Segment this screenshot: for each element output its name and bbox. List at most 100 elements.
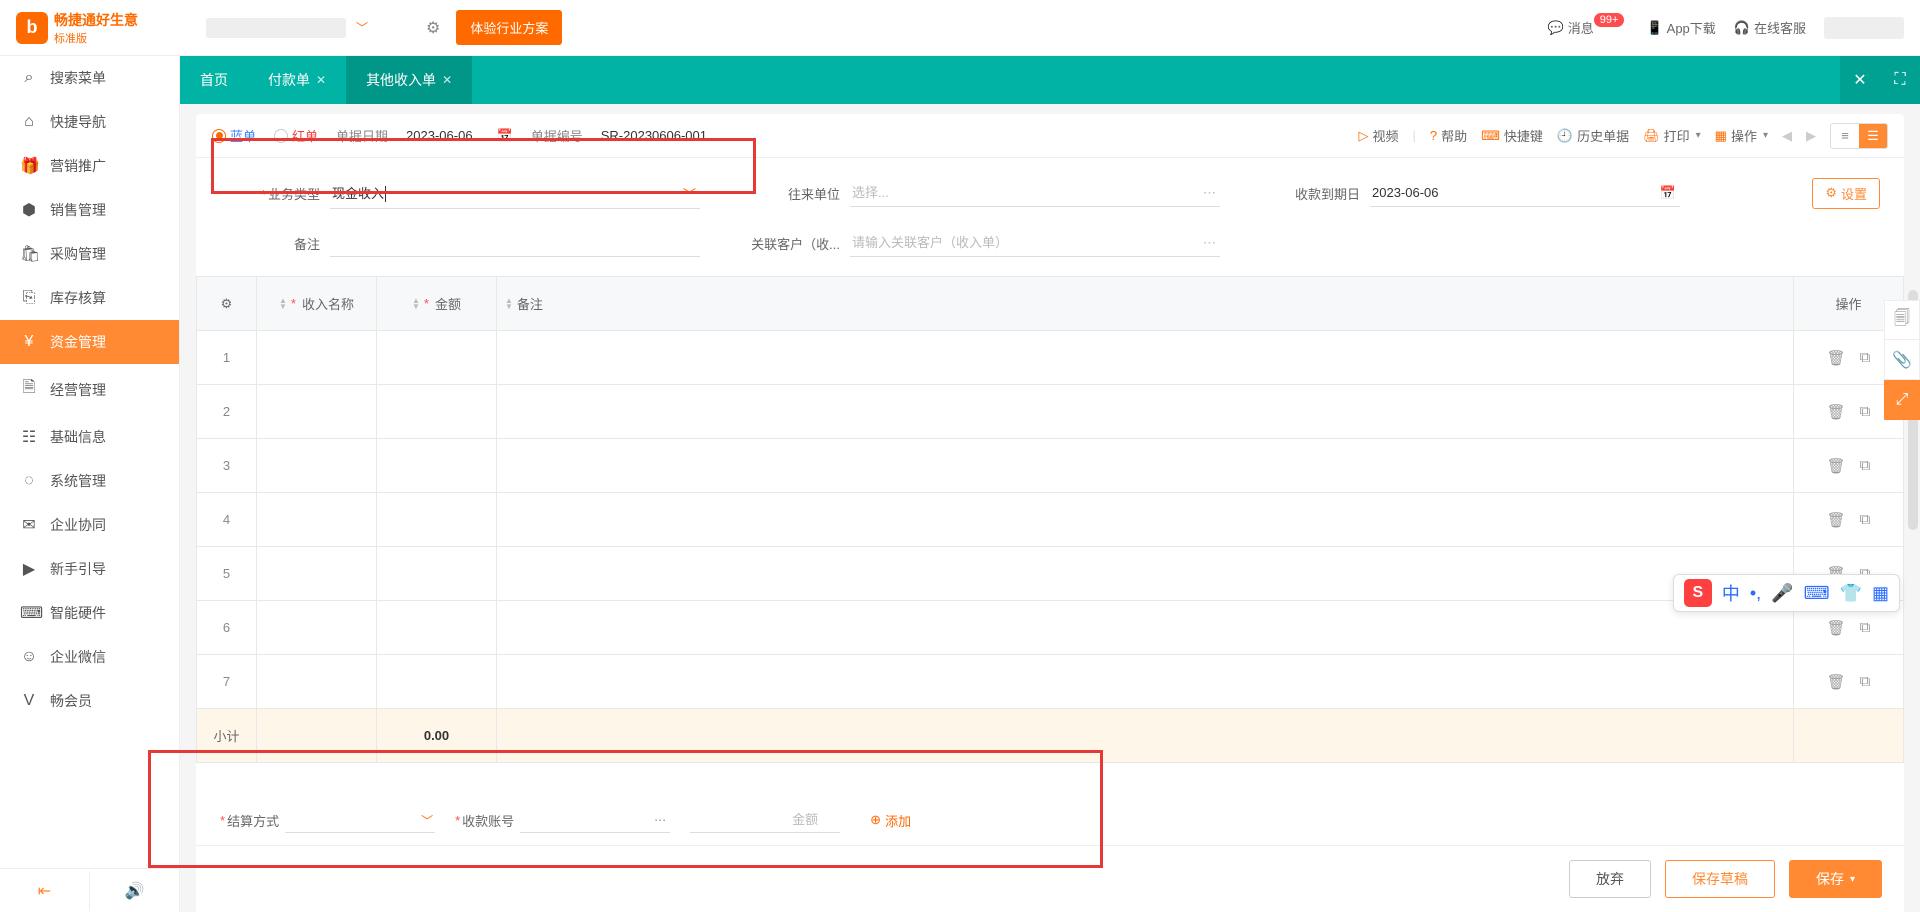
rel-customer-input[interactable]: [850, 229, 1220, 257]
cell-amount[interactable]: [377, 655, 497, 709]
video-help-button[interactable]: ▷视频: [1358, 126, 1398, 145]
table-row[interactable]: 4🗑⧉: [197, 493, 1904, 547]
ime-toolbox-icon[interactable]: ▦: [1872, 583, 1889, 604]
sidebar-item-14[interactable]: V畅会员: [0, 679, 179, 723]
copy-row-icon[interactable]: ⧉: [1860, 349, 1871, 367]
cell-remark[interactable]: [497, 601, 1794, 655]
cell-income-name[interactable]: [257, 385, 377, 439]
radio-blue[interactable]: 蓝单: [212, 126, 256, 145]
cell-income-name[interactable]: [257, 331, 377, 385]
cell-amount[interactable]: [377, 493, 497, 547]
help-button[interactable]: ?帮助: [1430, 126, 1467, 145]
copy-row-icon[interactable]: ⧉: [1860, 619, 1871, 637]
online-service-link[interactable]: 🎧 在线客服: [1734, 18, 1806, 37]
table-row[interactable]: 1🗑⧉: [197, 331, 1904, 385]
messages-link[interactable]: 💬 消息 99+: [1548, 18, 1629, 37]
sidebar-item-9[interactable]: ◌系统管理: [0, 459, 179, 503]
ime-mic-icon[interactable]: 🎤: [1771, 583, 1793, 604]
settle-account-input[interactable]: [520, 807, 670, 833]
user-name-masked[interactable]: [1824, 17, 1904, 39]
more-icon[interactable]: ⋯: [1203, 235, 1216, 251]
calendar-icon[interactable]: 📅: [1660, 185, 1676, 201]
cell-remark[interactable]: [497, 655, 1794, 709]
sidebar-sound-button[interactable]: 🔊: [89, 871, 179, 911]
cell-remark[interactable]: [497, 493, 1794, 547]
cell-income-name[interactable]: [257, 547, 377, 601]
settle-method-input[interactable]: [285, 807, 435, 833]
ime-lang-button[interactable]: 中: [1722, 580, 1740, 606]
cell-amount[interactable]: [377, 385, 497, 439]
history-button[interactable]: 🕘历史单据: [1557, 126, 1629, 145]
doc-date-value[interactable]: 2023-06-06: [406, 128, 473, 143]
delete-row-icon[interactable]: 🗑: [1827, 349, 1846, 367]
sidebar-item-5[interactable]: ⎘库存核算: [0, 276, 179, 320]
sidebar-item-13[interactable]: ☺企业微信: [0, 635, 179, 679]
cell-remark[interactable]: [497, 385, 1794, 439]
th-settings[interactable]: ⚙: [197, 277, 257, 331]
ime-punct-button[interactable]: •,: [1750, 583, 1761, 604]
view-detail-button[interactable]: ☰: [1859, 124, 1887, 148]
sidebar-collapse-button[interactable]: ⇤: [0, 871, 89, 911]
ime-skin-icon[interactable]: 👕: [1840, 583, 1862, 604]
settings-button[interactable]: ⚙设置: [1812, 178, 1880, 209]
copy-row-icon[interactable]: ⧉: [1860, 403, 1871, 421]
tab-close-all-button[interactable]: ✕: [1840, 56, 1880, 104]
cell-income-name[interactable]: [257, 655, 377, 709]
copy-row-icon[interactable]: ⧉: [1860, 673, 1871, 691]
save-button[interactable]: 保存▾: [1789, 860, 1882, 898]
sidebar-item-7[interactable]: 🗎经营管理: [0, 364, 179, 415]
shortcut-button[interactable]: ⌨快捷键: [1481, 126, 1543, 145]
table-row[interactable]: 7🗑⧉: [197, 655, 1904, 709]
cell-remark[interactable]: [497, 439, 1794, 493]
delete-row-icon[interactable]: 🗑: [1827, 619, 1846, 637]
next-doc-button[interactable]: ▶: [1806, 128, 1816, 144]
view-list-button[interactable]: ≡: [1831, 124, 1859, 148]
cell-income-name[interactable]: [257, 493, 377, 547]
tab-2[interactable]: 其他收入单✕: [346, 56, 472, 104]
discard-button[interactable]: 放弃: [1569, 860, 1651, 898]
try-industry-button[interactable]: 体验行业方案: [456, 10, 562, 45]
print-button[interactable]: 🖨打印▾: [1643, 126, 1701, 145]
cell-remark[interactable]: [497, 331, 1794, 385]
add-settlement-button[interactable]: ⊕ 添加: [870, 811, 911, 830]
more-icon[interactable]: ⋯: [1203, 185, 1216, 201]
table-row[interactable]: 2🗑⧉: [197, 385, 1904, 439]
cell-income-name[interactable]: [257, 439, 377, 493]
sidebar-item-10[interactable]: ✉企业协同: [0, 503, 179, 547]
sidebar-item-11[interactable]: ▶新手引导: [0, 547, 179, 591]
radio-red[interactable]: 红单: [274, 126, 318, 145]
cell-amount[interactable]: [377, 601, 497, 655]
close-icon[interactable]: ✕: [316, 73, 326, 87]
copy-row-icon[interactable]: ⧉: [1860, 457, 1871, 475]
cell-remark[interactable]: [497, 547, 1794, 601]
delete-row-icon[interactable]: 🗑: [1827, 673, 1846, 691]
chevron-down-icon[interactable]: ﹀: [421, 812, 433, 829]
save-draft-button[interactable]: 保存草稿: [1665, 860, 1775, 898]
tab-fullscreen-button[interactable]: ⛶: [1880, 56, 1920, 104]
close-icon[interactable]: ✕: [442, 73, 452, 87]
delete-row-icon[interactable]: 🗑: [1827, 403, 1846, 421]
sidebar-item-4[interactable]: 🛍采购管理: [0, 232, 179, 276]
th-remark[interactable]: ▲▼备注: [497, 277, 1794, 331]
table-row[interactable]: 3🗑⧉: [197, 439, 1904, 493]
copy-row-icon[interactable]: ⧉: [1860, 511, 1871, 529]
company-selector[interactable]: ﹀: [206, 18, 406, 38]
sidebar-item-0[interactable]: ⌕搜索菜单: [0, 56, 179, 100]
attachment-tool-button[interactable]: 📎: [1884, 340, 1920, 380]
cell-amount[interactable]: [377, 331, 497, 385]
calendar-icon[interactable]: 📅: [497, 128, 513, 144]
gear-icon[interactable]: ⚙: [426, 18, 440, 38]
partner-input[interactable]: [850, 179, 1220, 207]
cell-amount[interactable]: [377, 547, 497, 601]
sidebar-item-1[interactable]: ⌂快捷导航: [0, 100, 179, 144]
cell-amount[interactable]: [377, 439, 497, 493]
biz-type-input[interactable]: 现金收入: [330, 177, 700, 210]
remark-input[interactable]: [330, 229, 700, 257]
expand-tool-button[interactable]: ⤢: [1884, 380, 1920, 420]
chevron-down-icon[interactable]: ﹀: [683, 184, 696, 203]
sidebar-item-8[interactable]: ☷基础信息: [0, 415, 179, 459]
sidebar-item-6[interactable]: ¥资金管理: [0, 320, 179, 364]
ime-toolbar[interactable]: S 中 •, 🎤 ⌨ 👕 ▦: [1673, 574, 1900, 612]
delete-row-icon[interactable]: 🗑: [1827, 511, 1846, 529]
due-date-input[interactable]: [1370, 179, 1680, 207]
